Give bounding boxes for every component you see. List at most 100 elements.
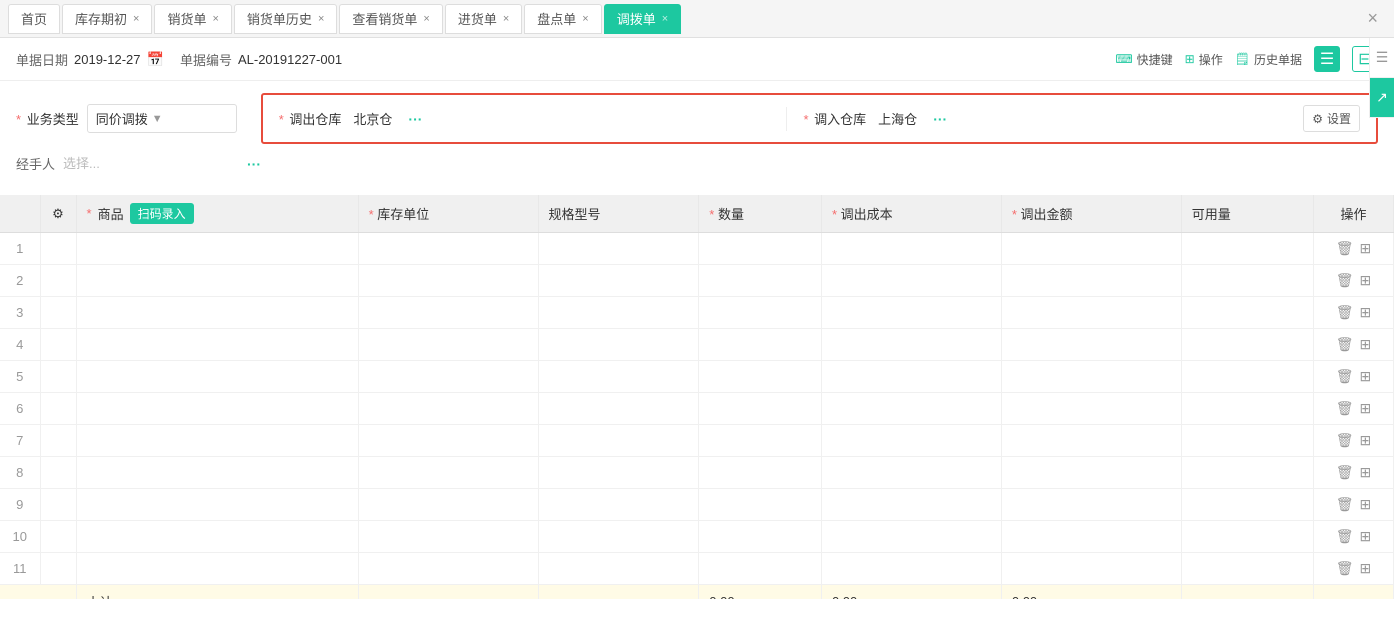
warehouse-out-more[interactable]: ··· — [408, 111, 422, 127]
business-type-select[interactable]: 同价调拨 ▼ — [87, 104, 237, 133]
delete-icon-4[interactable]: 🗑 — [1336, 336, 1354, 353]
delete-icon-5[interactable]: 🗑 — [1336, 368, 1354, 385]
cell-gear-2 — [40, 265, 76, 297]
th-cost-label: 调出成本 — [841, 207, 893, 222]
tab-purchase-close[interactable]: × — [503, 13, 509, 25]
delete-icon-8[interactable]: 🗑 — [1336, 464, 1354, 481]
cell-index-6: 6 — [0, 393, 40, 425]
cell-gear-1 — [40, 233, 76, 265]
cell-amount-2 — [1001, 265, 1181, 297]
required-star-3: * — [803, 112, 808, 127]
warehouse-divider — [786, 107, 787, 131]
tab-transfer-close[interactable]: × — [662, 13, 668, 25]
right-tool-export[interactable]: ↗ — [1370, 78, 1394, 118]
tab-sales-order[interactable]: 销货单 × — [154, 4, 231, 34]
tab-purchase[interactable]: 进货单 × — [445, 4, 522, 34]
copy-icon-9[interactable]: ⊞ — [1360, 496, 1372, 513]
tab-view-sales[interactable]: 查看销货单 × — [339, 4, 442, 34]
tab-home[interactable]: 首页 — [8, 4, 60, 34]
copy-icon-11[interactable]: ⊞ — [1360, 560, 1372, 577]
tab-view-sales-close[interactable]: × — [423, 13, 429, 25]
keyboard-icon: ⌨ — [1115, 52, 1132, 66]
tab-inventory-close[interactable]: × — [582, 13, 588, 25]
tab-sales-history-close[interactable]: × — [318, 13, 324, 25]
tab-transfer[interactable]: 调拨单 × — [604, 4, 681, 34]
subtotal-quantity: 0.00 — [699, 585, 822, 600]
form-row-1: * 业务类型 同价调拨 ▼ * 调出仓库 北京仓 ··· — [16, 93, 1378, 144]
delete-icon-11[interactable]: 🗑 — [1336, 560, 1354, 577]
subtotal-empty-2 — [538, 585, 699, 600]
th-operation: 操作 — [1314, 195, 1394, 233]
cell-product-1[interactable] — [76, 233, 358, 265]
cell-amount-1 — [1001, 233, 1181, 265]
subtotal-op — [1314, 585, 1394, 600]
delete-icon-7[interactable]: 🗑 — [1336, 432, 1354, 449]
tab-sales-order-close[interactable]: × — [212, 13, 218, 25]
quick-key-btn[interactable]: ⌨ 快捷键 — [1115, 51, 1172, 68]
delete-icon-2[interactable]: 🗑 — [1336, 272, 1354, 289]
subtotal-label-cell — [0, 585, 76, 600]
delete-icon-3[interactable]: 🗑 — [1336, 304, 1354, 321]
cell-cost-1 — [821, 233, 1001, 265]
handler-more[interactable]: ··· — [247, 156, 261, 172]
cell-unit-2 — [358, 265, 538, 297]
chevron-down-icon: ▼ — [152, 113, 163, 125]
tab-inventory[interactable]: 盘点单 × — [524, 4, 601, 34]
cell-spec-1 — [538, 233, 699, 265]
th-cost: * 调出成本 — [821, 195, 1001, 233]
warehouse-in-more[interactable]: ··· — [933, 111, 947, 127]
scan-button[interactable]: 扫码录入 — [130, 203, 194, 224]
cell-index-8: 8 — [0, 457, 40, 489]
th-amount: * 调出金额 — [1001, 195, 1181, 233]
copy-icon-10[interactable]: ⊞ — [1360, 528, 1372, 545]
operations-label: 操作 — [1199, 51, 1223, 68]
list-view-btn[interactable]: ☰ — [1314, 46, 1340, 72]
copy-icon-3[interactable]: ⊞ — [1360, 304, 1372, 321]
data-table: ⚙ * 商品 扫码录入 * 库存单位 规格型号 * — [0, 195, 1394, 599]
delete-icon-10[interactable]: 🗑 — [1336, 528, 1354, 545]
subtotal-empty-1 — [358, 585, 538, 600]
cell-product-2[interactable] — [76, 265, 358, 297]
copy-icon-8[interactable]: ⊞ — [1360, 464, 1372, 481]
right-tool-list[interactable]: ☰ — [1370, 38, 1394, 78]
table-row: 10 🗑⊞ — [0, 521, 1394, 553]
app-close-button[interactable]: × — [1359, 8, 1386, 29]
tab-bar: 首页 库存期初 × 销货单 × 销货单历史 × 查看销货单 × 进货单 × 盘点… — [0, 0, 1394, 38]
delete-icon-6[interactable]: 🗑 — [1336, 400, 1354, 417]
tab-inventory-init-close[interactable]: × — [133, 13, 139, 25]
th-unit: * 库存单位 — [358, 195, 538, 233]
copy-icon-5[interactable]: ⊞ — [1360, 368, 1372, 385]
settings-label: 设置 — [1327, 110, 1351, 127]
cell-index-9: 9 — [0, 489, 40, 521]
settings-button[interactable]: ⚙ 设置 — [1303, 105, 1360, 132]
tab-inventory-init[interactable]: 库存期初 × — [62, 4, 152, 34]
cell-index-3: 3 — [0, 297, 40, 329]
cell-index-5: 5 — [0, 361, 40, 393]
warehouse-section: * 调出仓库 北京仓 ··· * 调入仓库 上海仓 ··· ⚙ — [261, 93, 1378, 144]
cell-index-4: 4 — [0, 329, 40, 361]
subtotal-available — [1181, 585, 1313, 600]
tab-view-sales-label: 查看销货单 — [352, 9, 417, 28]
cost-required-star: * — [832, 207, 837, 222]
copy-icon-7[interactable]: ⊞ — [1360, 432, 1372, 449]
delete-icon-1[interactable]: 🗑 — [1336, 240, 1354, 257]
copy-icon-4[interactable]: ⊞ — [1360, 336, 1372, 353]
operations-btn[interactable]: ⊞ 操作 — [1185, 51, 1223, 68]
code-label: 单据编号 — [180, 50, 232, 69]
handler-input[interactable] — [63, 156, 239, 171]
tab-sales-history[interactable]: 销货单历史 × — [234, 4, 337, 34]
copy-icon-6[interactable]: ⊞ — [1360, 400, 1372, 417]
copy-icon-2[interactable]: ⊞ — [1360, 272, 1372, 289]
qty-required-star: * — [709, 207, 714, 222]
cell-index-7: 7 — [0, 425, 40, 457]
business-type-field: * 业务类型 同价调拨 ▼ — [16, 104, 237, 133]
history-btn[interactable]: 🗒 历史单据 — [1235, 51, 1302, 68]
required-star-1: * — [16, 112, 21, 127]
copy-icon-1[interactable]: ⊞ — [1360, 240, 1372, 257]
calendar-icon[interactable]: 📅 — [147, 51, 164, 68]
warehouse-in-label: * 调入仓库 — [803, 109, 866, 128]
delete-icon-9[interactable]: 🗑 — [1336, 496, 1354, 513]
handler-label: 经手人 — [16, 154, 55, 173]
tab-purchase-label: 进货单 — [458, 9, 497, 28]
th-gear[interactable]: ⚙ — [40, 195, 76, 233]
